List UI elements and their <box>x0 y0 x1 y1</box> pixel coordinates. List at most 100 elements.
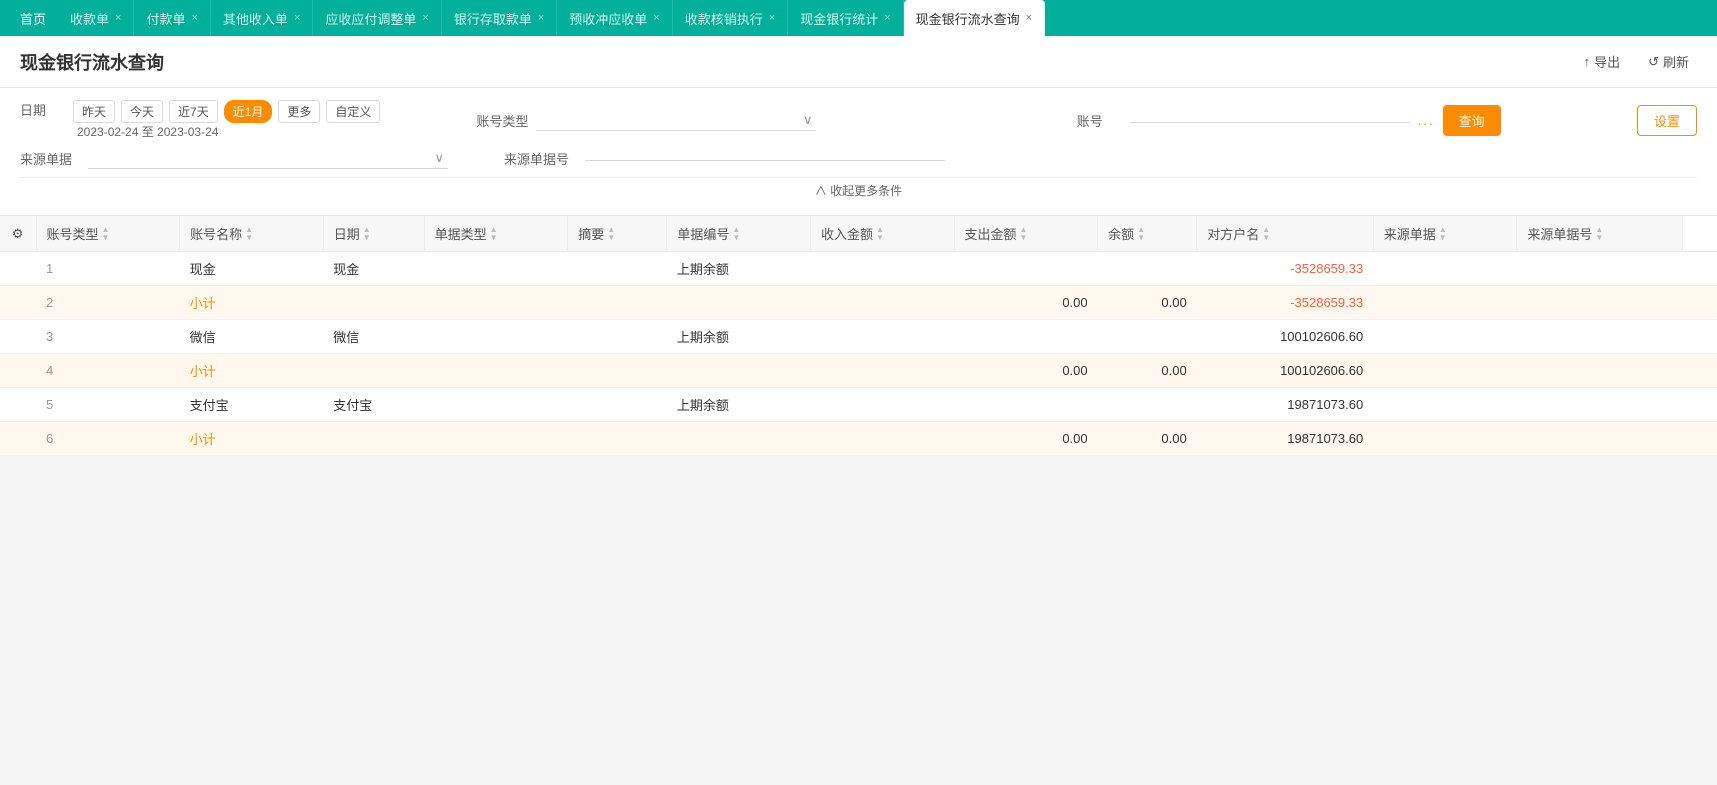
query-button[interactable]: 查询 <box>1443 105 1501 136</box>
col-doc-type[interactable]: 单据类型 ▲▼ <box>424 216 568 252</box>
collapse-filter-btn[interactable]: ∧ 收起更多条件 <box>20 177 1697 203</box>
col-date[interactable]: 日期 ▲▼ <box>323 216 424 252</box>
table-row: 2小计0.000.00-3528659.33 <box>0 286 1717 320</box>
col-summary[interactable]: 摘要 ▲▼ <box>568 216 667 252</box>
close-icon[interactable]: × <box>191 12 197 24</box>
cell-account-name <box>323 354 424 388</box>
cell-doc-type <box>568 388 667 422</box>
account-type-label: 账号类型 <box>476 111 528 130</box>
sort-arrows-icon: ▲▼ <box>1595 226 1603 242</box>
nav-item-yingshouyingfutiaozhengdan[interactable]: 应收应付调整单 × <box>313 0 441 36</box>
close-icon[interactable]: × <box>115 12 121 24</box>
cell-source-doc <box>1517 320 1683 354</box>
col-account-name[interactable]: 账号名称 ▲▼ <box>180 216 324 252</box>
cell-date <box>424 320 568 354</box>
date-custom-btn[interactable]: 自定义 <box>326 100 380 123</box>
sort-arrows-icon: ▲▼ <box>1262 226 1270 242</box>
date-yesterday-btn[interactable]: 昨天 <box>73 100 115 123</box>
account-input[interactable] <box>1130 118 1410 123</box>
close-icon[interactable]: × <box>422 12 428 24</box>
chevron-down-icon: ∨ <box>803 112 813 128</box>
nav-item-yinhangcunqukuandan[interactable]: 银行存取款单 × <box>442 0 557 36</box>
cell-account-type: 小计 <box>180 286 324 320</box>
cell-counterpart <box>1373 354 1517 388</box>
date-1month-btn[interactable]: 近1月 <box>224 100 273 123</box>
col-expense[interactable]: 支出金额 ▲▼ <box>954 216 1098 252</box>
col-source-doc-no[interactable]: 来源单据号 ▲▼ <box>1517 216 1683 252</box>
settings-button[interactable]: 设置 <box>1637 105 1697 136</box>
col-account-type[interactable]: 账号类型 ▲▼ <box>36 216 180 252</box>
source-doc-num-input[interactable] <box>585 156 945 161</box>
export-button[interactable]: ↑ 导出 <box>1576 48 1629 75</box>
cell-doc-type <box>568 286 667 320</box>
close-icon[interactable]: × <box>538 12 544 24</box>
col-balance[interactable]: 余额 ▲▼ <box>1098 216 1197 252</box>
sort-arrows-icon: ▲▼ <box>732 226 740 242</box>
cell-account-type: 现金 <box>180 252 324 286</box>
refresh-button[interactable]: ↺ 刷新 <box>1640 48 1697 75</box>
chevron-down-icon: ∨ <box>435 150 445 166</box>
cell-date <box>424 286 568 320</box>
col-income[interactable]: 收入金额 ▲▼ <box>810 216 954 252</box>
account-more-btn[interactable]: ... <box>1418 113 1435 128</box>
sort-arrows-icon: ▲▼ <box>490 226 498 242</box>
source-doc-label: 来源单据 <box>20 149 72 168</box>
top-navigation: 首页 收款单 × 付款单 × 其他收入单 × 应收应付调整单 × 银行存取款单 … <box>0 0 1717 36</box>
cell-account-name: 支付宝 <box>323 388 424 422</box>
date-7days-btn[interactable]: 近7天 <box>169 100 218 123</box>
cell-expense <box>1098 388 1197 422</box>
cell-income: 0.00 <box>954 354 1098 388</box>
cell-source-doc <box>1517 388 1683 422</box>
cell-account-name: 现金 <box>323 252 424 286</box>
cell-doc-type <box>568 422 667 456</box>
table-row: 3微信微信上期余额100102606.60 <box>0 320 1717 354</box>
cell-doc-no <box>810 388 954 422</box>
date-more-btn[interactable]: 更多 <box>278 100 320 123</box>
nav-item-yushouzhongyingshoudan[interactable]: 预收冲应收单 × <box>557 0 672 36</box>
nav-item-xianjinyinhangliushuichaxun[interactable]: 现金银行流水查询 × <box>904 0 1045 36</box>
page-header: 现金银行流水查询 ↑ 导出 ↺ 刷新 <box>0 36 1717 88</box>
cell-source-doc-no <box>1683 252 1717 286</box>
row-number: 1 <box>36 252 180 286</box>
cell-counterpart <box>1373 252 1517 286</box>
col-counterpart[interactable]: 对方户名 ▲▼ <box>1197 216 1373 252</box>
row-number: 4 <box>36 354 180 388</box>
cell-expense: 0.00 <box>1098 422 1197 456</box>
row-settings <box>0 422 36 456</box>
nav-item-qitashourrudan[interactable]: 其他收入单 × <box>211 0 313 36</box>
table-header-row: ⚙ 账号类型 ▲▼ 账号名称 ▲▼ 日期 ▲▼ <box>0 216 1717 252</box>
close-icon[interactable]: × <box>653 12 659 24</box>
col-source-doc[interactable]: 来源单据 ▲▼ <box>1373 216 1517 252</box>
sort-arrows-icon: ▲▼ <box>245 226 253 242</box>
cell-summary: 上期余额 <box>667 252 811 286</box>
cell-summary: 上期余额 <box>667 320 811 354</box>
account-type-select[interactable]: ∨ <box>536 110 816 131</box>
nav-home[interactable]: 首页 <box>8 0 58 36</box>
table-row: 6小计0.000.0019871073.60 <box>0 422 1717 456</box>
nav-item-shoukuanxiaoshazhixing[interactable]: 收款核销执行 × <box>673 0 788 36</box>
close-icon[interactable]: × <box>769 12 775 24</box>
nav-item-fukuandan[interactable]: 付款单 × <box>134 0 210 36</box>
close-icon[interactable]: × <box>884 12 890 24</box>
close-icon[interactable]: × <box>1026 12 1032 24</box>
cell-counterpart <box>1373 286 1517 320</box>
sort-arrows-icon: ▲▼ <box>876 226 884 242</box>
close-icon[interactable]: × <box>294 12 300 24</box>
export-icon: ↑ <box>1584 54 1591 69</box>
cell-balance: 19871073.60 <box>1197 422 1373 456</box>
cell-balance: 100102606.60 <box>1197 320 1373 354</box>
nav-item-xianjinyinhangtongjii[interactable]: 现金银行统计 × <box>788 0 903 36</box>
cell-doc-no <box>810 320 954 354</box>
table-settings-col[interactable]: ⚙ <box>0 216 36 252</box>
cell-source-doc-no <box>1683 320 1717 354</box>
col-doc-no[interactable]: 单据编号 ▲▼ <box>667 216 811 252</box>
table-row: 4小计0.000.00100102606.60 <box>0 354 1717 388</box>
date-today-btn[interactable]: 今天 <box>121 100 163 123</box>
cell-date <box>424 388 568 422</box>
cell-source-doc <box>1517 354 1683 388</box>
cell-doc-no <box>810 286 954 320</box>
cell-income <box>954 388 1098 422</box>
nav-item-shoukuandan[interactable]: 收款单 × <box>58 0 134 36</box>
cell-income <box>954 320 1098 354</box>
source-doc-select[interactable]: ∨ <box>88 148 448 169</box>
